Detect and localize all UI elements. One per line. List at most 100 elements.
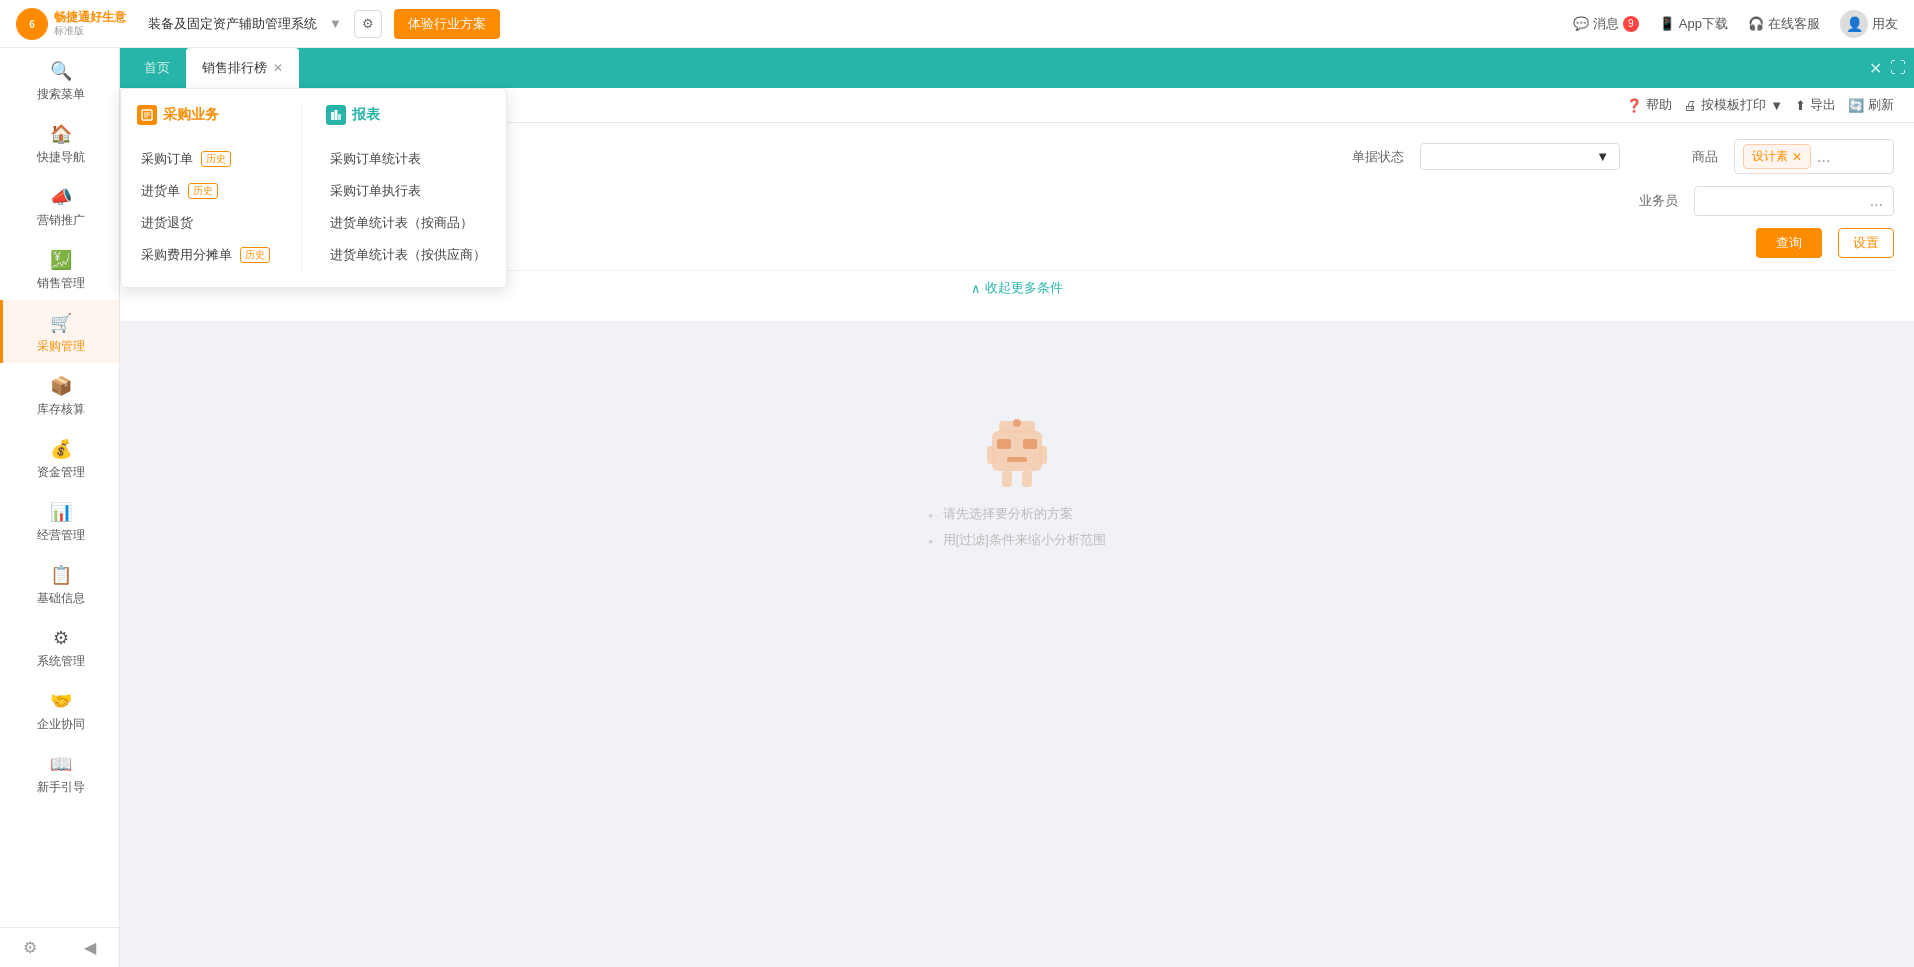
sales-icon: 💹 — [50, 249, 72, 271]
top-bar: 6 畅捷通好生意 标准版 装备及固定资产辅助管理系统 ▼ ⚙ 体验行业方案 💬 … — [0, 0, 1914, 48]
collab-icon: 🤝 — [50, 690, 72, 712]
user-avatar: 👤 — [1840, 10, 1868, 38]
system-title: 装备及固定资产辅助管理系统 — [148, 15, 317, 33]
sidebar-item-sales[interactable]: 💹 销售管理 — [0, 237, 119, 300]
voucher-status-label: 单据状态 — [1352, 148, 1404, 166]
dropdown-item-inbound-by-goods[interactable]: 进货单统计表（按商品） — [326, 207, 490, 239]
svg-rect-6 — [987, 446, 995, 464]
goods-label: 商品 — [1692, 148, 1718, 166]
export-icon: ⬆ — [1795, 98, 1806, 113]
system-settings-btn[interactable]: ⚙ — [354, 10, 382, 38]
sidebar-item-system[interactable]: ⚙ 系统管理 — [0, 615, 119, 678]
sidebar-item-marketing[interactable]: 📣 营销推广 — [0, 174, 119, 237]
report-menu-icon — [326, 105, 346, 125]
tab-close-all-icon[interactable]: ✕ — [1869, 59, 1882, 78]
message-badge: 9 — [1623, 16, 1639, 32]
logo-icon: 6 — [16, 8, 48, 40]
salesperson-more-btn[interactable]: ... — [1870, 192, 1883, 210]
svg-rect-16 — [331, 112, 334, 120]
salesperson-label: 业务员 — [1639, 192, 1678, 210]
dropdown-item-purchase-order[interactable]: 采购订单 历史 — [137, 143, 277, 175]
tab-home[interactable]: 首页 — [128, 48, 186, 88]
help-btn[interactable]: ❓ 帮助 — [1626, 96, 1672, 114]
sidebar-item-collab[interactable]: 🤝 企业协同 — [0, 678, 119, 741]
message-btn[interactable]: 💬 消息 9 — [1573, 15, 1639, 33]
svg-rect-2 — [992, 431, 1042, 471]
app-download-btn[interactable]: 📱 App下载 — [1659, 15, 1728, 33]
dropdown-item-inbound-by-supplier[interactable]: 进货单统计表（按供应商） — [326, 239, 490, 271]
sidebar-item-search[interactable]: 🔍 搜索菜单 — [0, 48, 119, 111]
goods-more-btn[interactable]: ... — [1817, 148, 1830, 166]
empty-state: 请先选择要分析的方案 用[过滤]条件来缩小分析范围 — [120, 321, 1914, 633]
goods-filter-tag: 设计素 ✕ — [1743, 144, 1811, 169]
sidebar-item-nav[interactable]: 🏠 快捷导航 — [0, 111, 119, 174]
dropdown-item-purchase-expense[interactable]: 采购费用分摊单 历史 — [137, 239, 277, 271]
guide-icon: 📖 — [50, 753, 72, 775]
sidebar-item-guide[interactable]: 📖 新手引导 — [0, 741, 119, 804]
home-icon: 🏠 — [50, 123, 72, 145]
export-btn[interactable]: ⬆ 导出 — [1795, 96, 1836, 114]
sidebar-item-operation[interactable]: 📊 经营管理 — [0, 489, 119, 552]
dropdown-item-purchase-order-exec[interactable]: 采购订单执行表 — [326, 175, 490, 207]
online-service-btn[interactable]: 🎧 在线客服 — [1748, 15, 1820, 33]
tab-sales-ranking[interactable]: 销售排行榜 ✕ — [186, 48, 299, 88]
sidebar-item-inventory[interactable]: 📦 库存核算 — [0, 363, 119, 426]
collapse-up-icon: ∧ — [971, 281, 981, 296]
dropdown-purchase-col: 采购业务 采购订单 历史 进货单 历史 进货退货 采购费用分摊单 历史 — [137, 105, 277, 271]
svg-point-11 — [1013, 419, 1021, 427]
inventory-icon: 📦 — [50, 375, 72, 397]
voucher-status-select[interactable]: ▼ — [1420, 143, 1620, 170]
sidebar-collapse-btn[interactable]: ◀ — [84, 938, 96, 957]
tab-close-btn[interactable]: ✕ — [273, 61, 283, 75]
top-right-area: 💬 消息 9 📱 App下载 🎧 在线客服 👤 用友 — [1573, 10, 1898, 38]
industry-btn[interactable]: 体验行业方案 — [394, 9, 500, 39]
sidebar: 🔍 搜索菜单 🏠 快捷导航 📣 营销推广 💹 销售管理 🛒 采购管理 📦 库存核… — [0, 48, 120, 967]
empty-illustration — [957, 401, 1077, 501]
dropdown-report-col: 报表 采购订单统计表 采购订单执行表 进货单统计表（按商品） 进货单统计表（按供… — [326, 105, 490, 271]
empty-text-area: 请先选择要分析的方案 用[过滤]条件来缩小分析范围 — [928, 501, 1106, 553]
sidebar-settings-btn[interactable]: ⚙ — [23, 938, 37, 957]
tab-fullscreen-icon[interactable]: ⛶ — [1890, 59, 1906, 77]
basic-icon: 📋 — [50, 564, 72, 586]
sidebar-item-basic[interactable]: 📋 基础信息 — [0, 552, 119, 615]
dropdown-item-purchase-order-stats[interactable]: 采购订单统计表 — [326, 143, 490, 175]
dropdown-item-inbound[interactable]: 进货单 历史 — [137, 175, 277, 207]
nav-dropdown-arrow[interactable]: ▼ — [329, 16, 342, 31]
dropdown-divider — [301, 105, 302, 271]
sidebar-item-finance[interactable]: 💰 资金管理 — [0, 426, 119, 489]
system-icon: ⚙ — [53, 627, 69, 649]
svg-rect-5 — [1007, 457, 1027, 462]
svg-rect-18 — [338, 114, 341, 120]
svg-rect-8 — [1002, 471, 1012, 487]
svg-text:6: 6 — [29, 19, 35, 30]
sidebar-bottom: ⚙ ◀ — [0, 927, 119, 967]
svg-rect-7 — [1039, 446, 1047, 464]
help-icon: ❓ — [1626, 98, 1642, 113]
dropdown-report-title: 报表 — [326, 105, 490, 133]
phone-icon: 📱 — [1659, 16, 1675, 31]
print-btn[interactable]: 🖨 按模板打印 ▼ — [1684, 96, 1783, 114]
tab-bar: 首页 销售排行榜 ✕ ✕ ⛶ — [120, 48, 1914, 88]
dropdown-purchase-title: 采购业务 — [137, 105, 277, 133]
sidebar-item-purchase[interactable]: 🛒 采购管理 — [0, 300, 119, 363]
empty-tip-2: 用[过滤]条件来缩小分析范围 — [928, 527, 1106, 553]
dropdown-item-return[interactable]: 进货退货 — [137, 207, 277, 239]
user-menu-btn[interactable]: 👤 用友 — [1840, 10, 1898, 38]
hist-badge-purchase-expense: 历史 — [240, 247, 270, 263]
marketing-icon: 📣 — [50, 186, 72, 208]
query-btn[interactable]: 查询 — [1756, 228, 1822, 258]
hist-badge-purchase-order: 历史 — [201, 151, 231, 167]
search-icon: 🔍 — [50, 60, 72, 82]
settings-small-btn[interactable]: 设置 — [1838, 228, 1894, 258]
print-dropdown-icon: ▼ — [1770, 98, 1783, 113]
finance-icon: 💰 — [50, 438, 72, 460]
refresh-icon: 🔄 — [1848, 98, 1864, 113]
svg-rect-4 — [1023, 439, 1037, 449]
salesperson-select[interactable]: ... — [1694, 186, 1894, 216]
tab-bar-right: ✕ ⛶ — [1869, 59, 1906, 78]
logo-text: 畅捷通好生意 标准版 — [54, 10, 126, 36]
refresh-btn[interactable]: 🔄 刷新 — [1848, 96, 1894, 114]
goods-tag-close-btn[interactable]: ✕ — [1792, 150, 1802, 164]
top-nav: 装备及固定资产辅助管理系统 ▼ ⚙ 体验行业方案 — [148, 9, 1573, 39]
dropdown-menu: 采购业务 采购订单 历史 进货单 历史 进货退货 采购费用分摊单 历史 报表 采… — [120, 88, 507, 288]
